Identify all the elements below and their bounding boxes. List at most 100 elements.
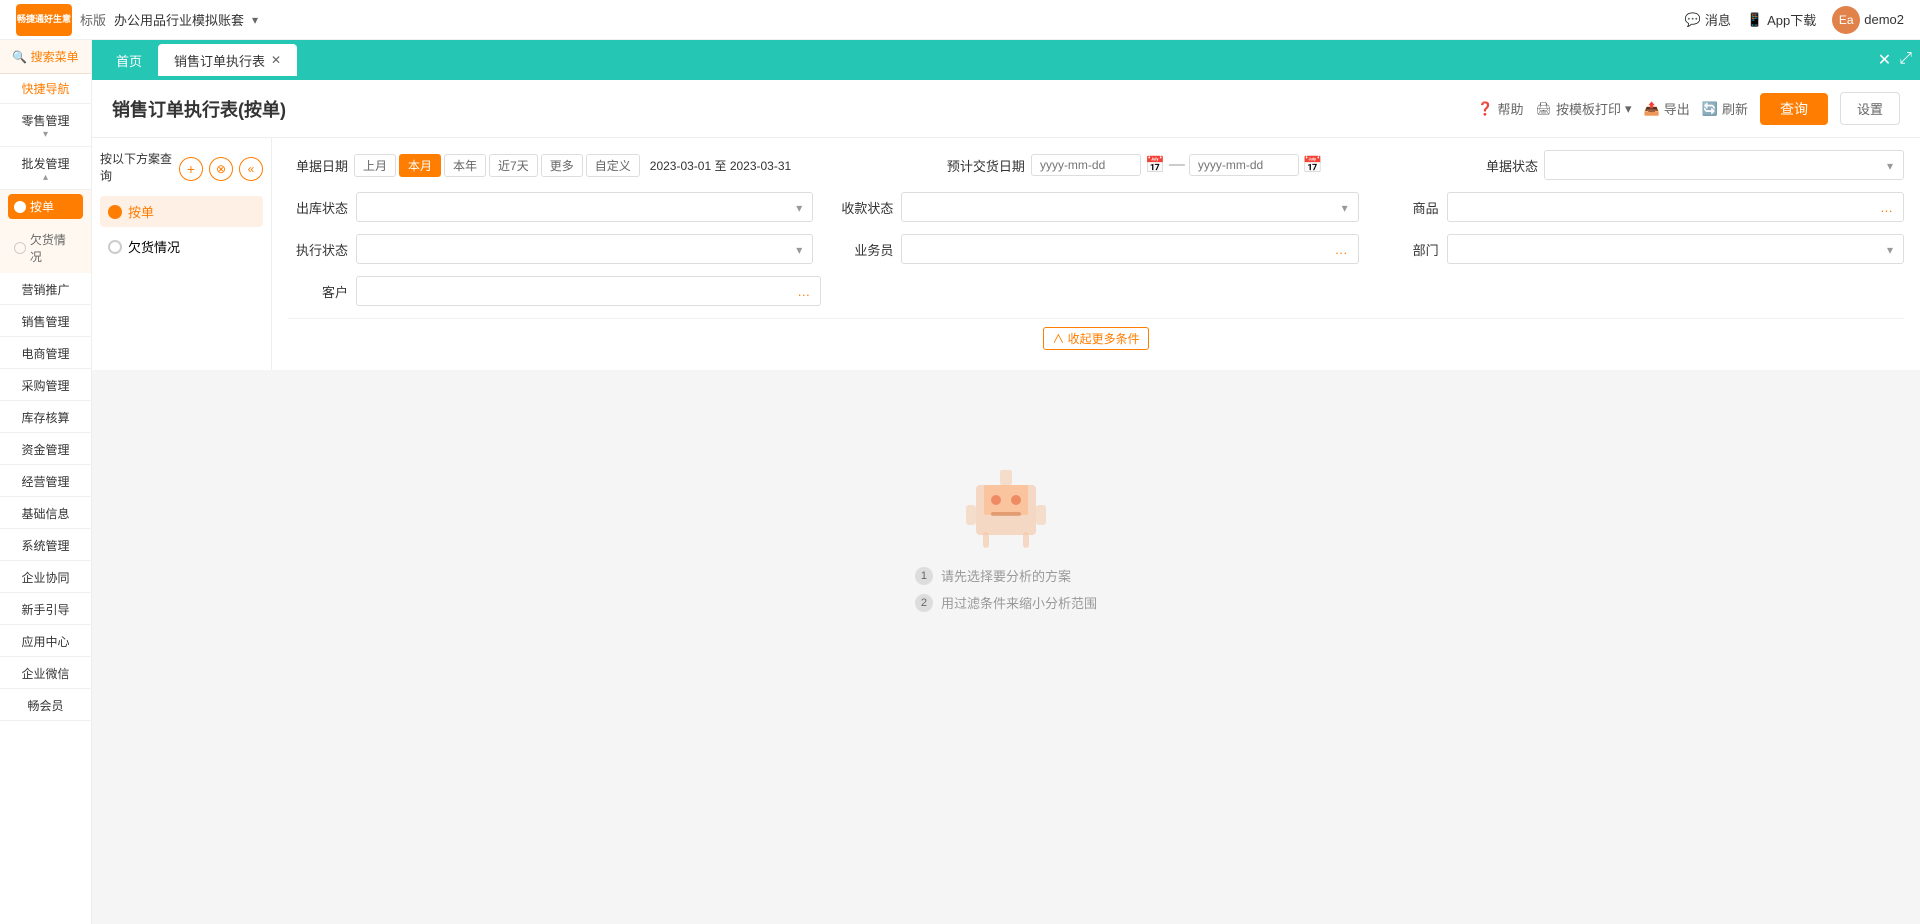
scheme-quhuo[interactable]: 欠货情况	[100, 231, 263, 262]
help-btn[interactable]: ❓ 帮助	[1477, 99, 1523, 118]
date-btn-custom[interactable]: 自定义	[586, 154, 640, 177]
settings-button[interactable]: 设置	[1840, 92, 1900, 125]
scheme-quhuo-icon	[108, 240, 122, 254]
filter-grid: 单据日期 上月 本月 本年 近7天 更多 自定义 2023-03-01 至 20…	[272, 138, 1920, 370]
enterprise-dropdown-icon[interactable]: ▾	[252, 13, 258, 27]
expected-delivery-inputs: 📅 — 📅	[1031, 154, 1323, 176]
date-btn-lastmonth[interactable]: 上月	[354, 154, 396, 177]
scheme-panel: 按以下方案查询 + ⊗ « 按单 欠货情况	[92, 138, 272, 370]
tip-num-2: 2	[915, 594, 933, 612]
query-button[interactable]: 查询	[1760, 93, 1828, 125]
date-filter-label: 单据日期	[288, 156, 348, 175]
date-btn-thismonth[interactable]: 本月	[399, 154, 441, 177]
page-header: 销售订单执行表(按单) ❓ 帮助 🖨 按模板打印 ▾ 📤 导出	[92, 80, 1920, 138]
product-input[interactable]: …	[1447, 192, 1904, 222]
sidebar-item-basic[interactable]: 基础信息	[0, 497, 91, 529]
calendar-end-icon: 📅	[1303, 155, 1323, 175]
scheme-anjian-icon	[108, 205, 122, 219]
payment-status-select[interactable]	[901, 192, 1358, 222]
scheme-anjian[interactable]: 按单	[100, 196, 263, 227]
refresh-btn[interactable]: 🔄 刷新	[1702, 99, 1748, 118]
execution-status-select[interactable]	[356, 234, 813, 264]
scheme-add-btn[interactable]: +	[179, 157, 203, 181]
product-more-icon[interactable]: …	[1880, 200, 1893, 215]
payment-status-field: 收款状态	[833, 192, 1358, 222]
export-btn[interactable]: 📤 导出	[1644, 99, 1690, 118]
date-range-display: 2023-03-01 至 2023-03-31	[650, 157, 791, 174]
wholesale-sub-item-quhuo[interactable]: 欠货情况	[0, 223, 91, 273]
user-name: demo2	[1864, 12, 1904, 27]
sidebar-item-inventory[interactable]: 库存核算	[0, 401, 91, 433]
message-btn[interactable]: 💬 消息	[1685, 10, 1731, 29]
quhuo-label: 欠货情况	[30, 231, 77, 265]
sidebar-quick-nav[interactable]: 快捷导航	[0, 74, 91, 104]
tab-home[interactable]: 首页	[100, 44, 158, 76]
date-range-separator: —	[1169, 156, 1185, 174]
app-logo: 畅捷通好生意	[16, 4, 72, 36]
salesperson-label: 业务员	[833, 240, 893, 259]
sidebar-item-finance[interactable]: 资金管理	[0, 433, 91, 465]
expected-delivery-label: 预计交货日期	[947, 156, 1025, 175]
chevron-up-icon: ∧	[1052, 332, 1064, 346]
salesperson-more-icon[interactable]: …	[1335, 242, 1348, 257]
sidebar-item-retail[interactable]: 零售管理 ▾	[0, 104, 91, 147]
wholesale-sub-item-anjian[interactable]: 按单	[0, 190, 91, 223]
sidebar-item-apps[interactable]: 应用中心	[0, 625, 91, 657]
sidebar-item-ecommerce[interactable]: 电商管理	[0, 337, 91, 369]
page-title: 销售订单执行表(按单)	[112, 96, 286, 122]
execution-status-chevron	[796, 242, 802, 257]
product-label: 商品	[1379, 198, 1439, 217]
expected-delivery-start[interactable]	[1031, 154, 1141, 176]
expected-delivery-end[interactable]	[1189, 154, 1299, 176]
department-chevron	[1887, 242, 1893, 257]
sidebar-item-wechat[interactable]: 企业微信	[0, 657, 91, 689]
tab-bar-actions: ✕ ⤢	[1878, 50, 1912, 70]
tab-expand-icon[interactable]: ⤢	[1899, 50, 1912, 70]
sidebar-item-system[interactable]: 系统管理	[0, 529, 91, 561]
date-btn-more[interactable]: 更多	[541, 154, 583, 177]
scheme-collapse-btn[interactable]: «	[239, 157, 263, 181]
scheme-add-buttons: + ⊗ «	[179, 157, 263, 181]
sidebar-item-marketing[interactable]: 营销推广	[0, 273, 91, 305]
search-icon: 🔍	[12, 50, 27, 64]
customer-input[interactable]: …	[356, 276, 821, 306]
sidebar-item-wholesale[interactable]: 批发管理 ▴	[0, 147, 91, 190]
sidebar-item-purchase[interactable]: 采购管理	[0, 369, 91, 401]
sidebar-item-sales[interactable]: 销售管理	[0, 305, 91, 337]
user-info[interactable]: Ea demo2	[1832, 6, 1904, 34]
app-download-label: App下载	[1767, 10, 1816, 29]
scheme-edit-btn[interactable]: ⊗	[209, 157, 233, 181]
print-template-btn[interactable]: 🖨 按模板打印 ▾	[1536, 99, 1632, 118]
sidebar-item-operations[interactable]: 经营管理	[0, 465, 91, 497]
empty-state-illustration	[956, 450, 1056, 550]
execution-status-label: 执行状态	[288, 240, 348, 259]
department-select[interactable]	[1447, 234, 1904, 264]
app-download-btn[interactable]: 📱 App下载	[1747, 10, 1816, 29]
department-label: 部门	[1379, 240, 1439, 259]
sidebar-item-newbie[interactable]: 新手引导	[0, 593, 91, 625]
page-subtitle: 标版	[80, 10, 106, 29]
tab-window-close-icon[interactable]: ✕	[1878, 50, 1891, 70]
sidebar-item-enterprise[interactable]: 企业协同	[0, 561, 91, 593]
date-btn-thisyear[interactable]: 本年	[444, 154, 486, 177]
tab-close-icon[interactable]: ✕	[271, 53, 281, 67]
app-download-icon: 📱	[1747, 12, 1763, 28]
date-btn-7days[interactable]: 近7天	[489, 154, 538, 177]
salesperson-input[interactable]: …	[901, 234, 1358, 264]
message-icon: 💬	[1685, 12, 1701, 28]
message-label: 消息	[1705, 10, 1731, 29]
customer-field: 客户 …	[288, 276, 821, 306]
delivery-status-select[interactable]	[356, 192, 813, 222]
print-icon: 🖨	[1536, 101, 1553, 117]
sidebar-item-member[interactable]: 畅会员	[0, 689, 91, 721]
retail-expand-icon: ▾	[43, 129, 48, 140]
customer-more-icon[interactable]: …	[797, 284, 810, 299]
customer-label: 客户	[288, 282, 348, 301]
content-area: 销售订单执行表(按单) ❓ 帮助 🖨 按模板打印 ▾ 📤 导出	[92, 80, 1920, 924]
collapse-conditions-btn[interactable]: ∧ 收起更多条件	[1043, 327, 1148, 350]
department-field: 部门	[1379, 234, 1904, 264]
tab-sales-order[interactable]: 销售订单执行表 ✕	[158, 44, 297, 76]
anjian-label: 按单	[30, 198, 54, 215]
sidebar-search[interactable]: 🔍 搜索菜单	[0, 40, 91, 74]
order-status-select[interactable]	[1544, 150, 1904, 180]
